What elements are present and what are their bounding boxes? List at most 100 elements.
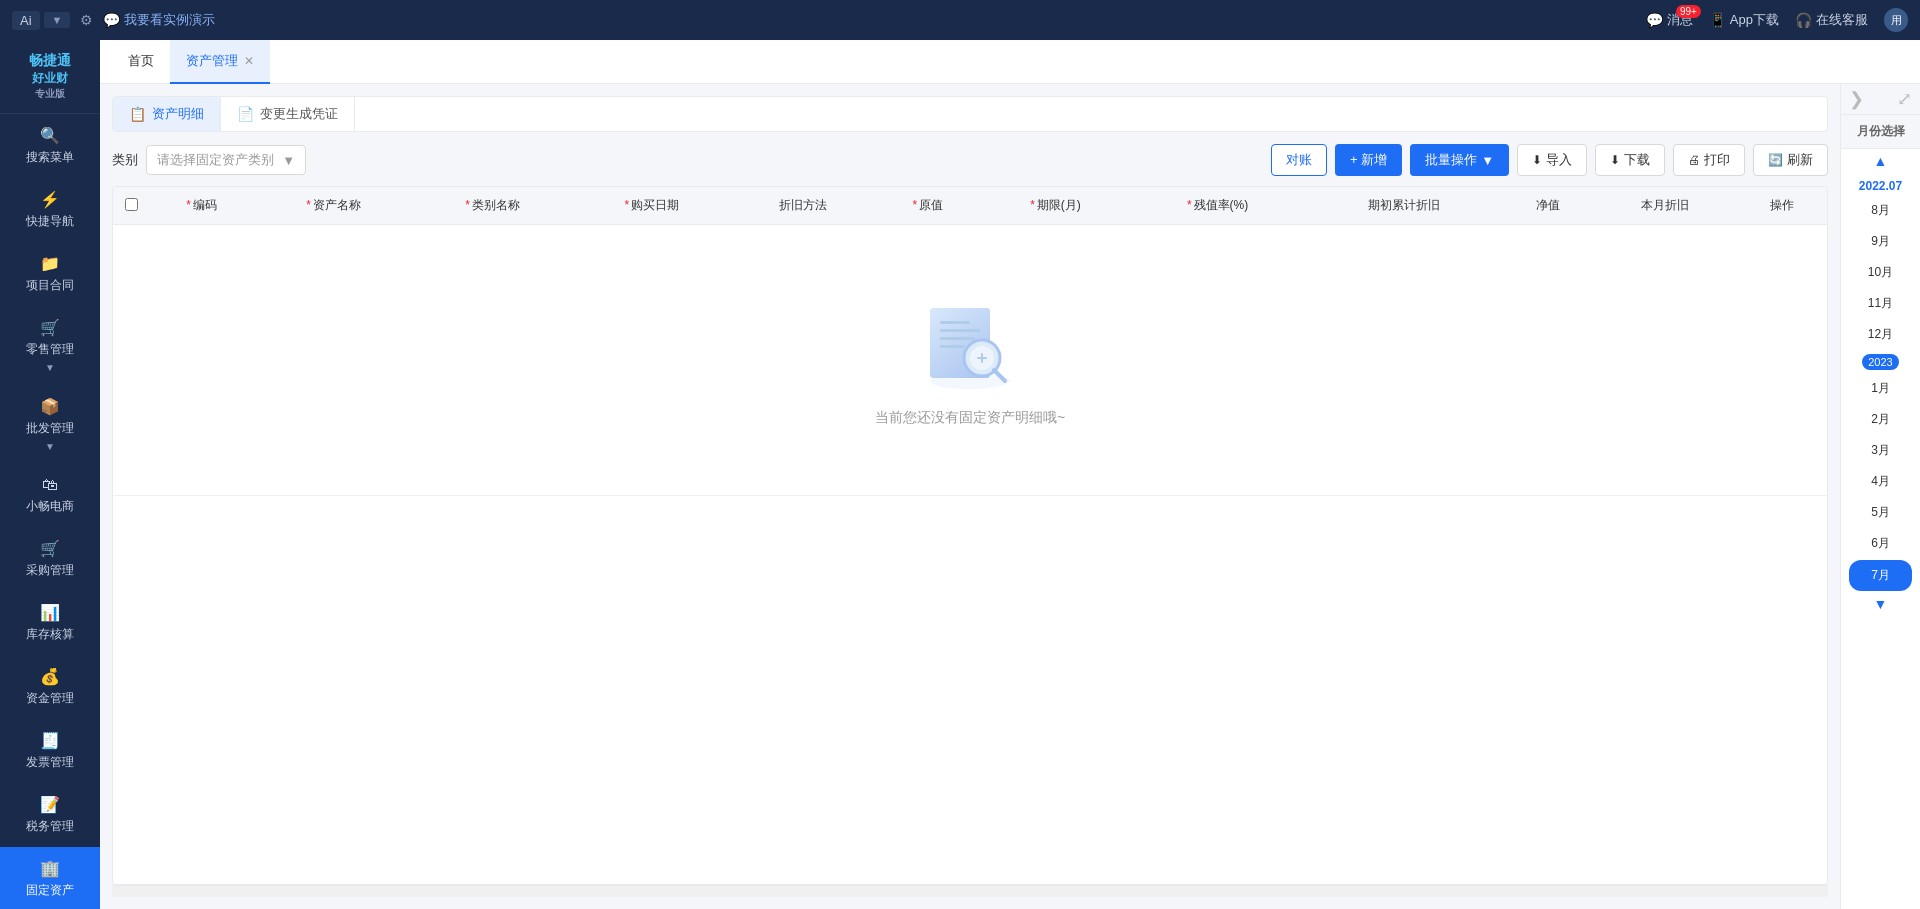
tab-asset-label: 资产管理 (186, 52, 238, 70)
month-item-12[interactable]: 12月 (1841, 319, 1920, 350)
sidebar-item-retail[interactable]: 🛒 零售管理 ▼ (0, 306, 100, 385)
sidebar-item-search[interactable]: 🔍 搜索菜单 (0, 114, 100, 178)
demo-link[interactable]: 💬 我要看实例演示 (103, 11, 215, 29)
sidebar-item-label: 采购管理 (26, 562, 74, 579)
sidebar-item-label: 零售管理 (26, 341, 74, 358)
col-category: *类别名称 (413, 187, 572, 225)
col-residual-rate: *残值率(%) (1131, 187, 1305, 225)
app-logo: 畅捷通 好业财 专业版 (0, 40, 100, 114)
search-icon: 🔍 (40, 126, 60, 145)
empty-state-text: 当前您还没有固定资产明细哦~ (875, 409, 1065, 427)
month-nav-down[interactable]: ▼ (1841, 592, 1920, 616)
sidebar-item-invoice[interactable]: 🧾 发票管理 (0, 719, 100, 783)
sidebar-item-label: 库存核算 (26, 626, 74, 643)
sidebar-item-label: 固定资产 (26, 882, 74, 899)
refresh-button[interactable]: 🔄 刷新 (1753, 144, 1828, 176)
print-button[interactable]: 🖨 打印 (1673, 144, 1745, 176)
month-item-5[interactable]: 5月 (1841, 497, 1920, 528)
main-layout: 畅捷通 好业财 专业版 🔍 搜索菜单 ⚡ 快捷导航 📁 项目合同 🛒 零售管理 … (0, 40, 1920, 909)
col-accumulated-depreciation: 期初累计折旧 (1305, 187, 1503, 225)
chevron-down-icon: ▼ (45, 441, 55, 452)
message-badge: 99+ (1676, 5, 1701, 18)
month-item-10[interactable]: 10月 (1841, 257, 1920, 288)
table-header-row: *编码 *资产名称 *类别名称 *购买日期 折旧方法 *原值 *期限(月) *残… (113, 187, 1827, 225)
month-item-1[interactable]: 1月 (1841, 373, 1920, 404)
ecommerce-icon: 🛍 (42, 476, 58, 494)
toolbar: 类别 请选择固定资产类别 ▼ 对账 + 新增 批量操作 ▼ (112, 144, 1828, 176)
user-avatar[interactable]: 用 (1884, 8, 1908, 32)
sidebar-item-tax[interactable]: 📝 税务管理 (0, 783, 100, 847)
month-item-8[interactable]: 8月 (1841, 195, 1920, 226)
month-item-4[interactable]: 4月 (1841, 466, 1920, 497)
asset-detail-icon: 📋 (129, 106, 146, 122)
online-service-button[interactable]: 🎧 在线客服 (1795, 11, 1868, 29)
app-name2: 好业财 (8, 70, 92, 87)
sidebar-item-label: 资金管理 (26, 690, 74, 707)
empty-row: 当前您还没有固定资产明细哦~ (113, 225, 1827, 496)
app-download-button[interactable]: 📱 App下载 (1709, 11, 1779, 29)
year-2022-label: 2022.07 (1841, 173, 1920, 195)
sidebar-item-finance[interactable]: 💰 资金管理 (0, 655, 100, 719)
batch-dropdown-icon: ▼ (1481, 153, 1494, 168)
sub-tab-change-voucher[interactable]: 📄 变更生成凭证 (221, 97, 355, 131)
category-select[interactable]: 请选择固定资产类别 ▼ (146, 145, 306, 175)
invoice-icon: 🧾 (40, 731, 60, 750)
sidebar-item-label: 搜索菜单 (26, 149, 74, 166)
tab-home-label: 首页 (128, 52, 154, 70)
month-item-11[interactable]: 11月 (1841, 288, 1920, 319)
tab-bar: 首页 资产管理 ✕ (100, 40, 1920, 84)
sub-tab-bar: 📋 资产明细 📄 变更生成凭证 (112, 96, 1828, 132)
company-name: Ai (12, 11, 40, 30)
select-all-checkbox[interactable] (125, 198, 138, 211)
col-purchase-date: *购买日期 (572, 187, 731, 225)
app-edition: 专业版 (8, 87, 92, 101)
add-button[interactable]: + 新增 (1335, 144, 1402, 176)
download-button[interactable]: ⬇ 下载 (1595, 144, 1665, 176)
import-button[interactable]: ⬇ 导入 (1517, 144, 1587, 176)
tab-close-icon[interactable]: ✕ (244, 54, 254, 68)
tax-icon: 📝 (40, 795, 60, 814)
horizontal-scrollbar[interactable] (112, 885, 1828, 897)
sidebar-item-label: 项目合同 (26, 277, 74, 294)
sidebar-item-project[interactable]: 📁 项目合同 (0, 242, 100, 306)
month-item-9[interactable]: 9月 (1841, 226, 1920, 257)
sidebar-item-quicknav[interactable]: ⚡ 快捷导航 (0, 178, 100, 242)
col-net-value: 净值 (1503, 187, 1593, 225)
change-voucher-icon: 📄 (237, 106, 254, 122)
sidebar-item-purchase[interactable]: 🛒 采购管理 (0, 527, 100, 591)
reconcile-button[interactable]: 对账 (1271, 144, 1327, 176)
sidebar-item-label: 发票管理 (26, 754, 74, 771)
page-content: 📋 资产明细 📄 变更生成凭证 类别 请选择固定资产类别 ▼ (100, 84, 1920, 909)
main-panel: 📋 资产明细 📄 变更生成凭证 类别 请选择固定资产类别 ▼ (100, 84, 1840, 909)
sidebar-item-wholesale[interactable]: 📦 批发管理 ▼ (0, 385, 100, 464)
month-nav-up[interactable]: ▲ (1841, 149, 1920, 173)
sidebar-item-ecommerce[interactable]: 🛍 小畅电商 (0, 464, 100, 527)
finance-icon: 💰 (40, 667, 60, 686)
retail-icon: 🛒 (40, 318, 60, 337)
sidebar-item-fixed-asset[interactable]: 🏢 固定资产 (0, 847, 100, 909)
message-button[interactable]: 💬 消息 99+ (1646, 11, 1693, 29)
sub-tab-asset-detail[interactable]: 📋 资产明细 (113, 97, 221, 131)
top-bar-left: Ai ▼ ⚙ 💬 我要看实例演示 (12, 11, 215, 30)
col-code: *编码 (149, 187, 254, 225)
sidebar-item-inventory[interactable]: 📊 库存核算 (0, 591, 100, 655)
col-name: *资产名称 (254, 187, 413, 225)
month-selector-panel: ❯ ⤢ 月份选择 ▲ 2022.07 8月 9月 10月 11月 12月 202… (1840, 84, 1920, 909)
tab-asset-management[interactable]: 资产管理 ✕ (170, 40, 270, 84)
month-item-2[interactable]: 2月 (1841, 404, 1920, 435)
panel-close-icon[interactable]: ❯ (1845, 84, 1868, 114)
sidebar-item-label: 小畅电商 (26, 498, 74, 515)
month-item-6[interactable]: 6月 (1841, 528, 1920, 559)
tab-home[interactable]: 首页 (112, 40, 170, 84)
import-icon: ⬇ (1532, 153, 1542, 167)
month-item-7-current[interactable]: 7月 (1849, 560, 1912, 591)
batch-operations-button[interactable]: 批量操作 ▼ (1410, 144, 1509, 176)
svg-rect-4 (940, 329, 980, 332)
settings-icon[interactable]: ⚙ (80, 12, 93, 28)
empty-illustration (910, 293, 1030, 393)
month-item-3[interactable]: 3月 (1841, 435, 1920, 466)
dropdown-arrow[interactable]: ▼ (44, 12, 71, 28)
company-info[interactable]: Ai ▼ (12, 11, 70, 30)
select-all-header[interactable] (113, 187, 149, 225)
panel-expand-icon[interactable]: ⤢ (1893, 84, 1916, 114)
